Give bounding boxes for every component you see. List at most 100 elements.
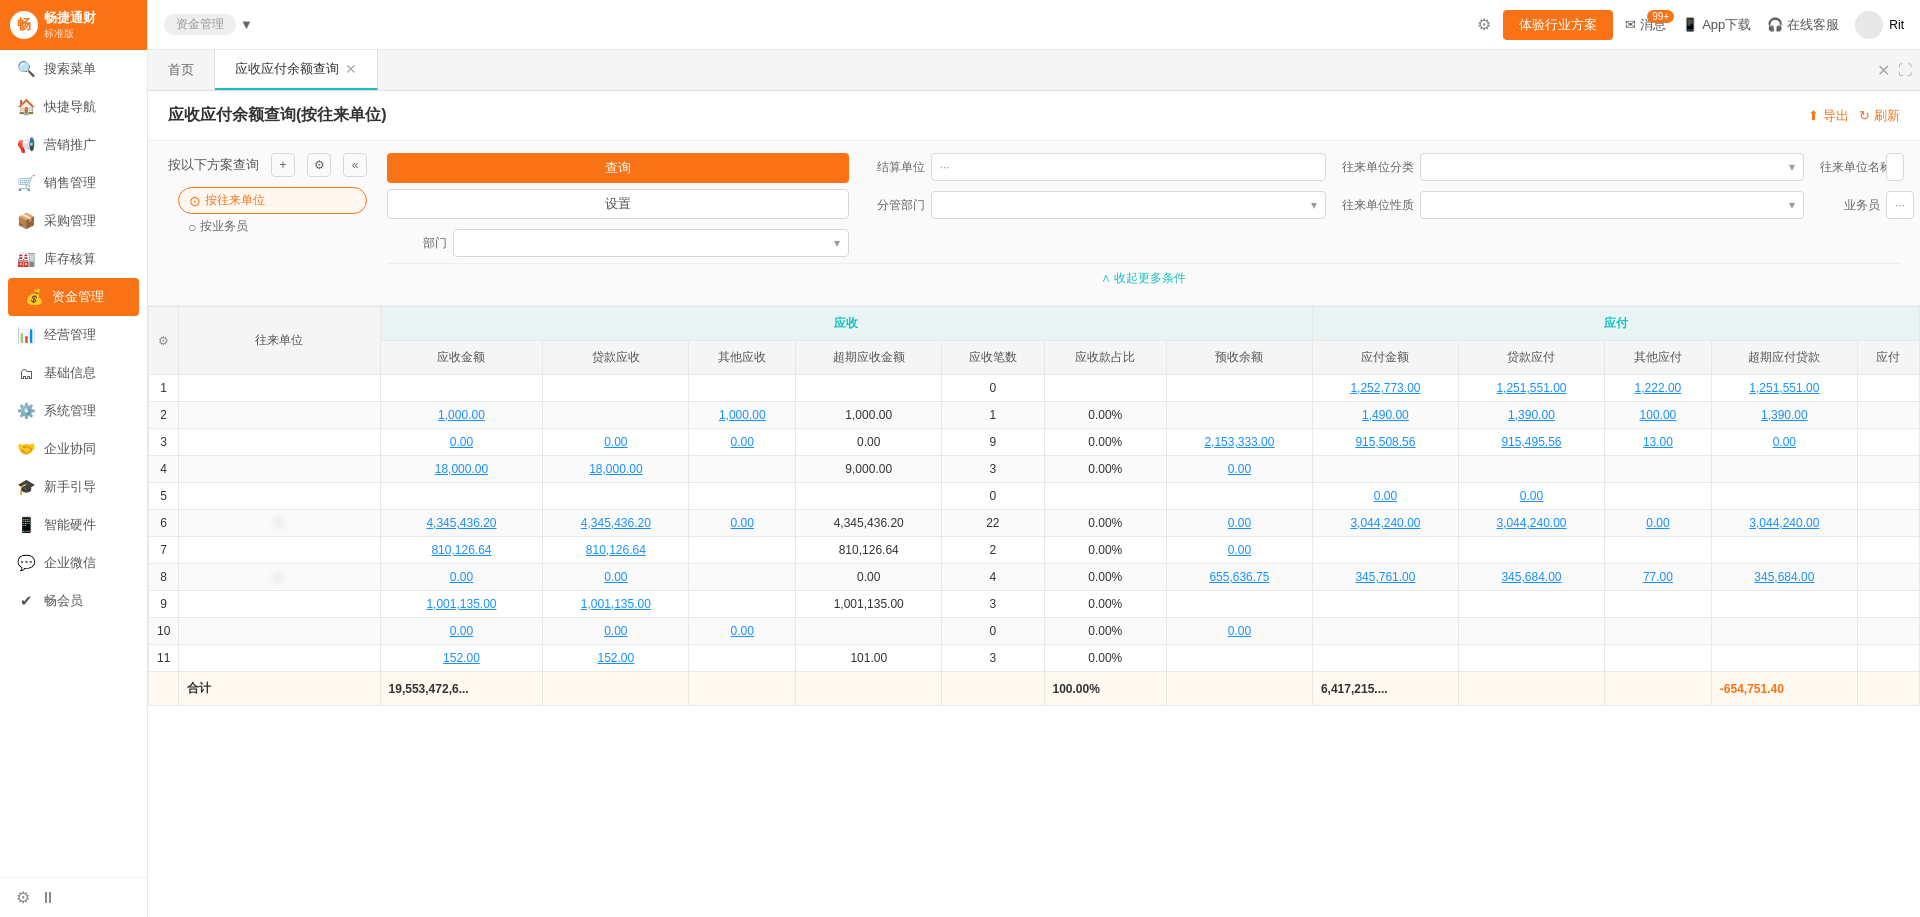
sidebar-item-marketing[interactable]: 📢 营销推广 (0, 126, 147, 164)
ap-overdue-cell[interactable]: 345,684.00 (1711, 564, 1857, 591)
ar-loan-cell[interactable]: 18,000.00 (543, 456, 689, 483)
ap-amount-cell[interactable]: 0.00 (1312, 483, 1458, 510)
user-menu[interactable]: Rit (1855, 11, 1904, 39)
settings-button[interactable]: 设置 (387, 189, 849, 219)
query-button[interactable]: 查询 (387, 153, 849, 183)
ar-prepaid-cell[interactable]: 0.00 (1166, 618, 1312, 645)
ap-loan-cell[interactable]: 345,684.00 (1458, 564, 1604, 591)
solution-button[interactable]: 体验行业方案 (1503, 10, 1613, 40)
sidebar-item-operations[interactable]: 📊 经营管理 (0, 316, 147, 354)
partner-name-input[interactable] (1886, 153, 1904, 181)
ar-prepaid-cell[interactable]: 655,636.75 (1166, 564, 1312, 591)
salesperson-input[interactable]: ··· (1886, 191, 1914, 219)
ar-amount-cell[interactable]: 810,126.64 (380, 537, 543, 564)
ap-overdue-cell[interactable]: 1,251,551.00 (1711, 375, 1857, 402)
message-button[interactable]: ✉ 消息 99+ (1625, 16, 1666, 34)
dept-input[interactable]: ▾ (453, 229, 849, 257)
sidebar-item-finance[interactable]: 💰 资金管理 (8, 278, 139, 316)
scheme-collapse-button[interactable]: « (343, 153, 367, 177)
ap-other-cell[interactable]: 1,222.00 (1604, 375, 1711, 402)
ap-loan-cell[interactable]: 1,251,551.00 (1458, 375, 1604, 402)
ar-other-cell (689, 645, 796, 672)
sidebar-item-base[interactable]: 🗂 基础信息 (0, 354, 147, 392)
scheme-settings-button[interactable]: ⚙ (307, 153, 331, 177)
ar-prepaid-cell[interactable]: 0.00 (1166, 537, 1312, 564)
tab-query[interactable]: 应收应付余额查询 ✕ (215, 50, 378, 90)
tab-close-icon[interactable]: ✕ (345, 61, 357, 77)
col-ar-other: 其他应收 (689, 341, 796, 375)
ar-amount-cell[interactable]: 0.00 (380, 564, 543, 591)
ap-loan-cell[interactable]: 3,044,240.00 (1458, 510, 1604, 537)
ap-overdue-cell[interactable]: 0.00 (1711, 429, 1857, 456)
ar-prepaid-cell[interactable]: 2,153,333.00 (1166, 429, 1312, 456)
ap-amount-cell[interactable]: 345,761.00 (1312, 564, 1458, 591)
ar-prepaid-cell[interactable]: 0.00 (1166, 456, 1312, 483)
ap-loan-cell[interactable]: 915,495.56 (1458, 429, 1604, 456)
sidebar-item-inventory[interactable]: 🏭 库存核算 (0, 240, 147, 278)
scheme-by-salesperson[interactable]: ○ 按业务员 (178, 214, 367, 239)
pause-bottom-icon[interactable]: ⏸ (40, 889, 56, 907)
ar-amount-cell[interactable]: 0.00 (380, 429, 543, 456)
ar-other-cell[interactable]: 0.00 (689, 510, 796, 537)
sidebar-item-wechat[interactable]: 💬 企业微信 (0, 544, 147, 582)
service-button[interactable]: 🎧 在线客服 (1767, 16, 1839, 34)
ap-other-cell[interactable]: 13.00 (1604, 429, 1711, 456)
ar-prepaid-cell[interactable]: 0.00 (1166, 510, 1312, 537)
ap-amount-cell[interactable]: 1,490.00 (1312, 402, 1458, 429)
sidebar-item-guide[interactable]: 🎓 新手引导 (0, 468, 147, 506)
ar-loan-cell[interactable]: 4,345,436.20 (543, 510, 689, 537)
ar-loan-cell[interactable]: 152.00 (543, 645, 689, 672)
ar-amount-cell[interactable]: 1,001,135.00 (380, 591, 543, 618)
ar-amount-cell[interactable]: 4,345,436.20 (380, 510, 543, 537)
tab-home[interactable]: 首页 (148, 50, 215, 90)
sidebar-item-search-menu[interactable]: 🔍 搜索菜单 (0, 50, 147, 88)
partner-category-input[interactable]: ▾ (1420, 153, 1804, 181)
partner-nature-input[interactable]: ▾ (1420, 191, 1804, 219)
ar-other-cell[interactable]: 1,000.00 (689, 402, 796, 429)
refresh-button[interactable]: ↻ 刷新 (1859, 107, 1900, 125)
sidebar-item-quick-nav[interactable]: 🏠 快捷导航 (0, 88, 147, 126)
sidebar-item-smart[interactable]: 📱 智能硬件 (0, 506, 147, 544)
sidebar-item-corp[interactable]: 🤝 企业协同 (0, 430, 147, 468)
ar-loan-cell[interactable]: 810,126.64 (543, 537, 689, 564)
ap-loan-cell[interactable]: 0.00 (1458, 483, 1604, 510)
ap-overdue-cell[interactable]: 1,390.00 (1711, 402, 1857, 429)
sidebar-item-member[interactable]: ✔ 畅会员 (0, 582, 147, 620)
dept-in-charge-input[interactable]: ▾ (931, 191, 1327, 219)
ar-amount-cell[interactable]: 18,000.00 (380, 456, 543, 483)
tab-expand-icon[interactable]: ⛶ (1898, 62, 1912, 78)
app-download-button[interactable]: 📱 App下载 (1682, 16, 1751, 34)
ar-amount-cell[interactable]: 0.00 (380, 618, 543, 645)
ar-other-cell[interactable]: 0.00 (689, 429, 796, 456)
ap-other-cell[interactable]: 77.00 (1604, 564, 1711, 591)
ar-loan-cell[interactable]: 1,001,135.00 (543, 591, 689, 618)
ar-amount-cell[interactable]: 152.00 (380, 645, 543, 672)
scheme-by-partner[interactable]: ⊙ 按往来单位 (178, 187, 367, 214)
sidebar-item-system[interactable]: ⚙️ 系统管理 (0, 392, 147, 430)
ar-other-cell[interactable]: 0.00 (689, 618, 796, 645)
ar-loan-cell[interactable]: 0.00 (543, 429, 689, 456)
ap-overdue-cell[interactable]: 3,044,240.00 (1711, 510, 1857, 537)
ap-other-cell[interactable]: 0.00 (1604, 510, 1711, 537)
tab-close-window-icon[interactable]: ✕ (1877, 61, 1890, 80)
sidebar-item-sales[interactable]: 🛒 销售管理 (0, 164, 147, 202)
ap-amount-cell[interactable]: 3,044,240.00 (1312, 510, 1458, 537)
settlement-unit-input[interactable]: ··· (931, 153, 1327, 181)
ar-loan-cell[interactable]: 0.00 (543, 564, 689, 591)
scheme-add-button[interactable]: + (271, 153, 295, 177)
ap-other-cell[interactable]: 100.00 (1604, 402, 1711, 429)
footer-ar-total[interactable]: 19,553,472,6... (380, 672, 543, 706)
gear-icon[interactable]: ⚙ (1477, 15, 1491, 34)
page-content: 应收应付余额查询(按往来单位) ⬆ 导出 ↻ 刷新 按以下方案查询 + (148, 91, 1920, 917)
ar-amount-cell[interactable]: 1,000.00 (380, 402, 543, 429)
collapse-bar[interactable]: ∧ 收起更多条件 (387, 263, 1900, 293)
ar-loan-cell[interactable]: 0.00 (543, 618, 689, 645)
settings-bottom-icon[interactable]: ⚙ (16, 888, 30, 907)
ap-amount-cell[interactable]: 1,252,773.00 (1312, 375, 1458, 402)
ap-amount-cell[interactable]: 915,508.56 (1312, 429, 1458, 456)
footer-ap-total[interactable]: 6,417,215.... (1312, 672, 1458, 706)
ap-loan-cell[interactable]: 1,390.00 (1458, 402, 1604, 429)
table-settings-icon[interactable]: ⚙ (158, 334, 169, 348)
export-button[interactable]: ⬆ 导出 (1808, 107, 1849, 125)
sidebar-item-purchase[interactable]: 📦 采购管理 (0, 202, 147, 240)
